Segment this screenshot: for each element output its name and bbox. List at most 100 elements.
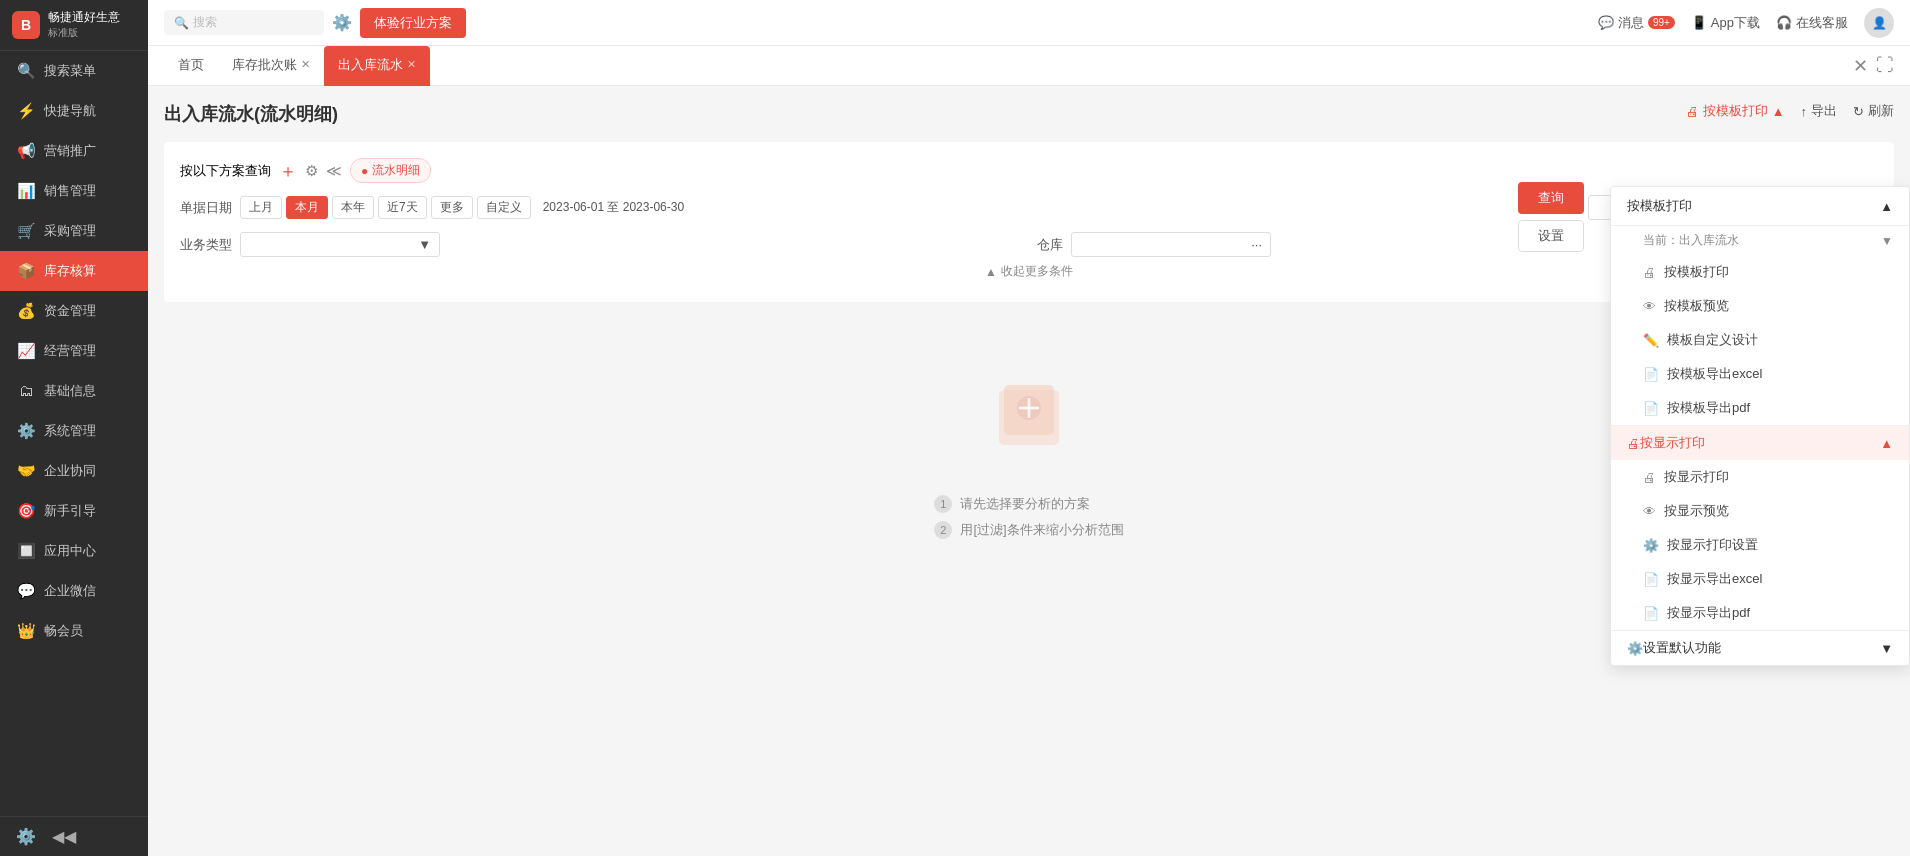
sidebar-item-quicknav[interactable]: ⚡ 快捷导航 [0,91,148,131]
dp-header-label: 按模板打印 [1627,197,1692,215]
dp-current-chevron-icon[interactable]: ▼ [1881,234,1893,248]
excel-icon: 📄 [1643,572,1659,587]
sidebar-item-sales[interactable]: 📊 销售管理 [0,171,148,211]
sidebar-item-guide[interactable]: 🎯 新手引导 [0,491,148,531]
search-placeholder: 搜索 [193,14,217,31]
tab-flow-close-icon[interactable]: ✕ [407,58,416,71]
date-btn-more[interactable]: 更多 [431,196,473,219]
sidebar-item-collab[interactable]: 🤝 企业协同 [0,451,148,491]
message-icon: 💬 [1598,15,1614,30]
dp-item-template-preview[interactable]: 👁 按模板预览 [1611,289,1909,323]
industry-btn[interactable]: 体验行业方案 [360,8,466,38]
crown-icon: 👑 [16,622,36,640]
tab-batch-account[interactable]: 库存批次账 ✕ [218,46,324,86]
date-btn-this-month[interactable]: 本月 [286,196,328,219]
sidebar-item-purchase[interactable]: 🛒 采购管理 [0,211,148,251]
dp-display-label: 按显示打印 [1640,434,1705,452]
filter-header: 按以下方案查询 ＋ ⚙ ≪ ● 流水明细 [180,158,1878,183]
export-btn[interactable]: ↑ 导出 [1801,102,1838,120]
filter-settings-icon[interactable]: ⚙ [305,162,318,180]
dp-item-display-pdf[interactable]: 📄 按显示导出pdf [1611,596,1909,630]
filter-add-icon[interactable]: ＋ [279,159,297,183]
grid-icon: 🔲 [16,542,36,560]
refresh-btn[interactable]: ↻ 刷新 [1853,102,1894,120]
settings-btn[interactable]: 设置 [1518,220,1584,252]
warehouse-select[interactable]: ··· [1071,232,1271,257]
cart-icon: 🛒 [16,222,36,240]
biz-type-select[interactable]: ▼ [240,232,440,257]
sidebar-item-member[interactable]: 👑 畅会员 [0,611,148,651]
sidebar-item-system[interactable]: ⚙️ 系统管理 [0,411,148,451]
collapse-label: 收起更多条件 [1001,263,1073,280]
dp-default-func[interactable]: ⚙️ 设置默认功能 ▼ [1611,631,1909,665]
app-download-btn[interactable]: 📱 App下载 [1691,14,1760,32]
sidebar-item-label: 应用中心 [44,542,96,560]
sidebar-item-operations[interactable]: 📈 经营管理 [0,331,148,371]
dp-item-template-print[interactable]: 🖨 按模板打印 [1611,255,1909,289]
sidebar-item-base[interactable]: 🗂 基础信息 [0,371,148,411]
sidebar-item-marketing[interactable]: 📢 营销推广 [0,131,148,171]
topbar-gear-icon[interactable]: ⚙️ [332,13,352,32]
sidebar-logo: B 畅捷通好生意 标准版 [0,0,148,51]
step-num-2: 2 [934,521,952,539]
tab-home-label: 首页 [178,56,204,74]
sidebar-item-finance[interactable]: 💰 资金管理 [0,291,148,331]
dp-item-display-print[interactable]: 🖨 按显示打印 [1611,460,1909,494]
phone-icon: 📱 [1691,15,1707,30]
gear-icon: ⚙️ [1643,538,1659,553]
export-icon: ↑ [1801,104,1808,119]
date-btn-custom[interactable]: 自定义 [477,196,531,219]
close-window-icon[interactable]: ✕ [1853,55,1868,77]
dp-item-label: 模板自定义设计 [1667,331,1758,349]
dp-item-label: 按显示导出excel [1667,570,1762,588]
tab-batch-close-icon[interactable]: ✕ [301,58,310,71]
printer-icon: 🖨 [1643,265,1656,280]
date-filter-group: 单据日期 上月 本月 本年 近7天 更多 自定义 2023-06-01 至 20… [180,196,1512,219]
flash-icon: ⚡ [16,102,36,120]
search-box[interactable]: 🔍 搜索 [164,10,324,35]
chip-icon: ● [361,164,368,178]
target-icon: 🎯 [16,502,36,520]
logo-badge: 标准版 [48,26,120,40]
maximize-icon[interactable]: ⛶ [1876,55,1894,77]
user-avatar[interactable]: 👤 [1864,8,1894,38]
dp-item-template-excel[interactable]: 📄 按模板导出excel [1611,357,1909,391]
settings-bottom-icon[interactable]: ⚙️ [16,827,36,846]
dp-header-chevron-up-icon[interactable]: ▲ [1880,199,1893,214]
sidebar-item-apps[interactable]: 🔲 应用中心 [0,531,148,571]
tab-inventory-flow[interactable]: 出入库流水 ✕ [324,46,430,86]
tab-home[interactable]: 首页 [164,46,218,86]
dp-item-template-pdf[interactable]: 📄 按模板导出pdf [1611,391,1909,425]
dp-default-icon: ⚙️ [1627,641,1643,656]
dp-display-chevron-up-icon[interactable]: ▲ [1880,436,1893,451]
dp-item-display-preview[interactable]: 👁 按显示预览 [1611,494,1909,528]
date-filters: 上月 本月 本年 近7天 更多 自定义 2023-06-01 至 2023-06… [240,196,684,219]
page-content: 出入库流水(流水明细) 🖨 按模板打印 ▲ ↑ 导出 ↻ 刷新 按以下方案查询 … [148,86,1910,856]
sidebar-item-inventory[interactable]: 📦 库存核算 [0,251,148,291]
sidebar-item-label: 搜索菜单 [44,62,96,80]
printer-icon: 🖨 [1643,470,1656,485]
date-btn-last-month[interactable]: 上月 [240,196,282,219]
chevron-up-icon: ▲ [1772,104,1785,119]
megaphone-icon: 📢 [16,142,36,160]
filter-collapse-icon[interactable]: ≪ [326,162,342,180]
sidebar-item-wechat[interactable]: 💬 企业微信 [0,571,148,611]
sidebar-item-search[interactable]: 🔍 搜索菜单 [0,51,148,91]
date-btn-this-year[interactable]: 本年 [332,196,374,219]
tab-window-controls: ✕ ⛶ [1853,55,1894,77]
online-service-btn[interactable]: 🎧 在线客服 [1776,14,1848,32]
print-template-btn[interactable]: 🖨 按模板打印 ▲ [1686,102,1785,120]
date-btn-7days[interactable]: 近7天 [378,196,427,219]
collapse-sidebar-icon[interactable]: ◀◀ [52,827,76,846]
dp-item-template-design[interactable]: ✏️ 模板自定义设计 [1611,323,1909,357]
query-btn[interactable]: 查询 [1518,182,1584,214]
dp-display-icon: 🖨 [1627,436,1640,451]
dp-item-display-excel[interactable]: 📄 按显示导出excel [1611,562,1909,596]
messages-btn[interactable]: 💬 消息 99+ [1598,14,1675,32]
messages-badge: 99+ [1648,16,1675,29]
filter-chip-detail[interactable]: ● 流水明细 [350,158,431,183]
chip-label: 流水明细 [372,162,420,179]
dp-item-display-settings[interactable]: ⚙️ 按显示打印设置 [1611,528,1909,562]
dp-section-display[interactable]: 🖨 按显示打印 ▲ [1611,426,1909,460]
avatar-icon: 👤 [1872,16,1887,30]
